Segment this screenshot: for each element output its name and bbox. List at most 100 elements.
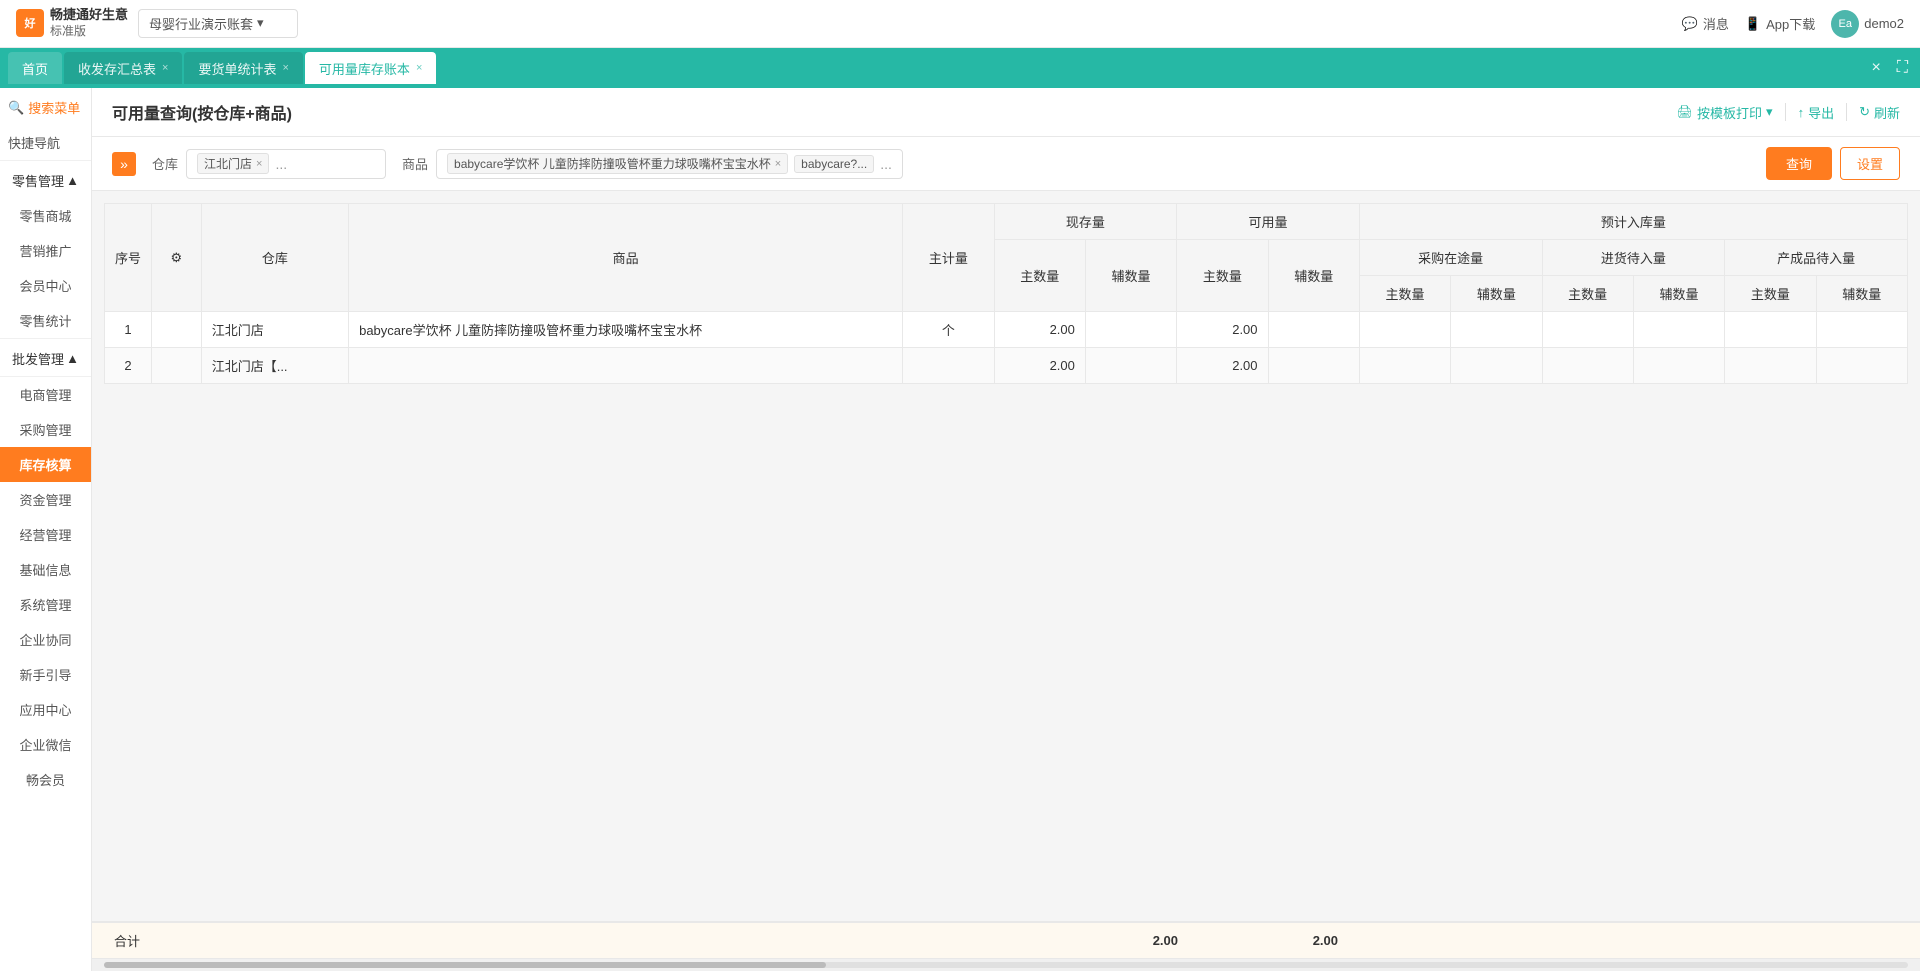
sidebar-section-retail: 零售管理 ▲ 零售商城 营销推广 会员中心 零售统计 (0, 161, 91, 339)
sidebar-quick-nav[interactable]: 快捷导航 (0, 125, 91, 161)
scroll-track (104, 962, 1908, 968)
cell-pt-main-2 (1359, 348, 1450, 384)
sidebar-item-enterprise[interactable]: 企业协同 (0, 622, 91, 657)
tab-home[interactable]: 首页 (8, 52, 62, 84)
sidebar-item-newbie[interactable]: 新手引导 (0, 657, 91, 692)
main-layout: 🔍 搜索菜单 快捷导航 零售管理 ▲ 零售商城 营销推广 会员中心 零售统计 批… (0, 88, 1920, 971)
tab-close-icon[interactable]: × (162, 62, 168, 74)
industry-selector[interactable]: 母婴行业演示账套 ▾ (138, 9, 298, 38)
data-table: 序号 ⚙ 仓库 商品 主计量 现存量 可用量 预计入库量 主数量 辅数量 主数量… (104, 203, 1908, 384)
tab-receive-summary[interactable]: 收发存汇总表 × (64, 52, 182, 84)
top-bar-right: 💬 消息 📱 App下载 Ea demo2 (1682, 10, 1904, 38)
sidebar-item-ecommerce[interactable]: 电商管理 (0, 377, 91, 412)
chevron-icon: ▲ (66, 351, 79, 366)
sidebar-item-basic-info[interactable]: 基础信息 (0, 552, 91, 587)
warehouse-label: 仓库 (152, 154, 178, 173)
settings-button[interactable]: 设置 (1840, 147, 1900, 180)
chevron-down-icon: ▾ (257, 15, 264, 31)
message-icon: 💬 (1682, 16, 1698, 32)
cell-pp-main-1 (1542, 312, 1633, 348)
table-footer: 合计 2.00 2.00 (92, 921, 1920, 959)
tab-available-label: 可用量库存账本 (319, 59, 410, 78)
table-container: 序号 ⚙ 仓库 商品 主计量 现存量 可用量 预计入库量 主数量 辅数量 主数量… (92, 191, 1920, 921)
product-filter: 商品 babycare学饮杯 儿童防摔防撞吸管杯重力球吸嘴杯宝宝水杯 × bab… (402, 149, 903, 179)
cell-pt-sub-1 (1451, 312, 1542, 348)
scroll-thumb (104, 962, 826, 968)
th-product: 商品 (349, 204, 903, 312)
th-prod-sub: 辅数量 (1816, 276, 1908, 312)
product-input[interactable]: babycare学饮杯 儿童防摔防撞吸管杯重力球吸嘴杯宝宝水杯 × babyca… (436, 149, 903, 179)
tab-order-stats[interactable]: 要货单统计表 × (184, 52, 302, 84)
cell-avail-sub-2 (1268, 348, 1359, 384)
product-tag-2: babycare?... (794, 155, 874, 173)
sidebar-item-inventory[interactable]: 库存核算 (0, 447, 91, 482)
th-production-pending-group: 产成品待入量 (1725, 240, 1908, 276)
tab-close-icon[interactable]: × (282, 62, 288, 74)
message-button[interactable]: 💬 消息 (1682, 14, 1729, 33)
warehouse-filter: 仓库 江北门店 × ... (152, 149, 386, 179)
page-actions: 🖨 按模板打印 ▾ ↑ 导出 ↻ 刷新 (1677, 103, 1901, 122)
sidebar-item-system[interactable]: 系统管理 (0, 587, 91, 622)
sidebar-item-purchase[interactable]: 采购管理 (0, 412, 91, 447)
print-icon: 🖨 (1677, 104, 1694, 120)
cell-pp-sub-2 (1633, 348, 1724, 384)
nav-actions: × ⛶ (1867, 55, 1912, 81)
sidebar-item-vip[interactable]: 畅会员 (0, 762, 91, 797)
search-icon: 🔍 (8, 100, 24, 116)
th-stock-main: 主数量 (994, 240, 1085, 312)
logo-area: 好 畅捷通好生意 标准版 (16, 7, 128, 39)
th-stock-sub: 辅数量 (1085, 240, 1176, 312)
sidebar-item-members[interactable]: 会员中心 (0, 268, 91, 303)
th-purchase-pending-group: 进货待入量 (1542, 240, 1725, 276)
sidebar-item-finance[interactable]: 资金管理 (0, 482, 91, 517)
horizontal-scrollbar[interactable] (92, 959, 1920, 971)
app-download-button[interactable]: 📱 App下载 (1745, 14, 1815, 33)
filter-actions: 查询 设置 (1766, 147, 1900, 180)
print-button[interactable]: 🖨 按模板打印 ▾ (1677, 103, 1773, 122)
cell-unit-1: 个 (903, 312, 994, 348)
tab-home-label: 首页 (22, 59, 48, 78)
cell-pt-sub-2 (1451, 348, 1542, 384)
logo-icon: 好 (16, 9, 44, 37)
tab-available-ledger[interactable]: 可用量库存账本 × (305, 52, 436, 84)
filter-area: » 仓库 江北门店 × ... 商品 babycare学饮杯 儿童防摔防撞吸管杯… (92, 137, 1920, 191)
cell-index-2: 2 (105, 348, 152, 384)
cell-stock-main-1: 2.00 (994, 312, 1085, 348)
refresh-icon: ↻ (1859, 104, 1870, 120)
sidebar-section-retail-header[interactable]: 零售管理 ▲ (0, 161, 91, 198)
cell-product-1: babycare学饮杯 儿童防摔防撞吸管杯重力球吸嘴杯宝宝水杯 (349, 312, 903, 348)
cell-avail-main-1: 2.00 (1177, 312, 1268, 348)
warehouse-more[interactable]: ... (275, 156, 287, 172)
user-menu[interactable]: Ea demo2 (1831, 10, 1904, 38)
sidebar-section-wholesale-header[interactable]: 批发管理 ▲ (0, 339, 91, 376)
sidebar-item-app-center[interactable]: 应用中心 (0, 692, 91, 727)
top-bar-left: 好 畅捷通好生意 标准版 母婴行业演示账套 ▾ (16, 7, 298, 39)
query-button[interactable]: 查询 (1766, 147, 1832, 180)
cell-prod-sub-2 (1816, 348, 1908, 384)
sidebar-item-operations[interactable]: 经营管理 (0, 517, 91, 552)
cell-prod-sub-1 (1816, 312, 1908, 348)
th-pt-sub: 辅数量 (1451, 276, 1542, 312)
th-current-stock-group: 现存量 (994, 204, 1177, 240)
product-more[interactable]: ... (880, 156, 892, 172)
warehouse-tag: 江北门店 × (197, 153, 269, 174)
export-button[interactable]: ↑ 导出 (1798, 103, 1835, 122)
sidebar-item-retail-stats[interactable]: 零售统计 (0, 303, 91, 338)
sidebar-section-wholesale: 批发管理 ▲ (0, 339, 91, 377)
refresh-button[interactable]: ↻ 刷新 (1859, 103, 1900, 122)
sidebar-search[interactable]: 🔍 搜索菜单 (0, 88, 91, 125)
product-label: 商品 (402, 154, 428, 173)
product-tag-close-1[interactable]: × (775, 158, 781, 170)
sidebar-item-marketing[interactable]: 营销推广 (0, 233, 91, 268)
tab-close-icon[interactable]: × (416, 62, 422, 74)
warehouse-tag-close[interactable]: × (256, 158, 262, 170)
cell-warehouse-2: 江北门店【... (201, 348, 348, 384)
sidebar-item-wechat[interactable]: 企业微信 (0, 727, 91, 762)
footer-avail-main: 2.00 (1268, 933, 1348, 948)
expand-window-button[interactable]: ⛶ (1893, 55, 1912, 81)
th-settings[interactable]: ⚙ (152, 204, 202, 312)
warehouse-input[interactable]: 江北门店 × ... (186, 149, 386, 179)
filter-toggle-button[interactable]: » (112, 152, 136, 176)
close-window-button[interactable]: × (1867, 55, 1884, 81)
sidebar-item-retail-mall[interactable]: 零售商城 (0, 198, 91, 233)
